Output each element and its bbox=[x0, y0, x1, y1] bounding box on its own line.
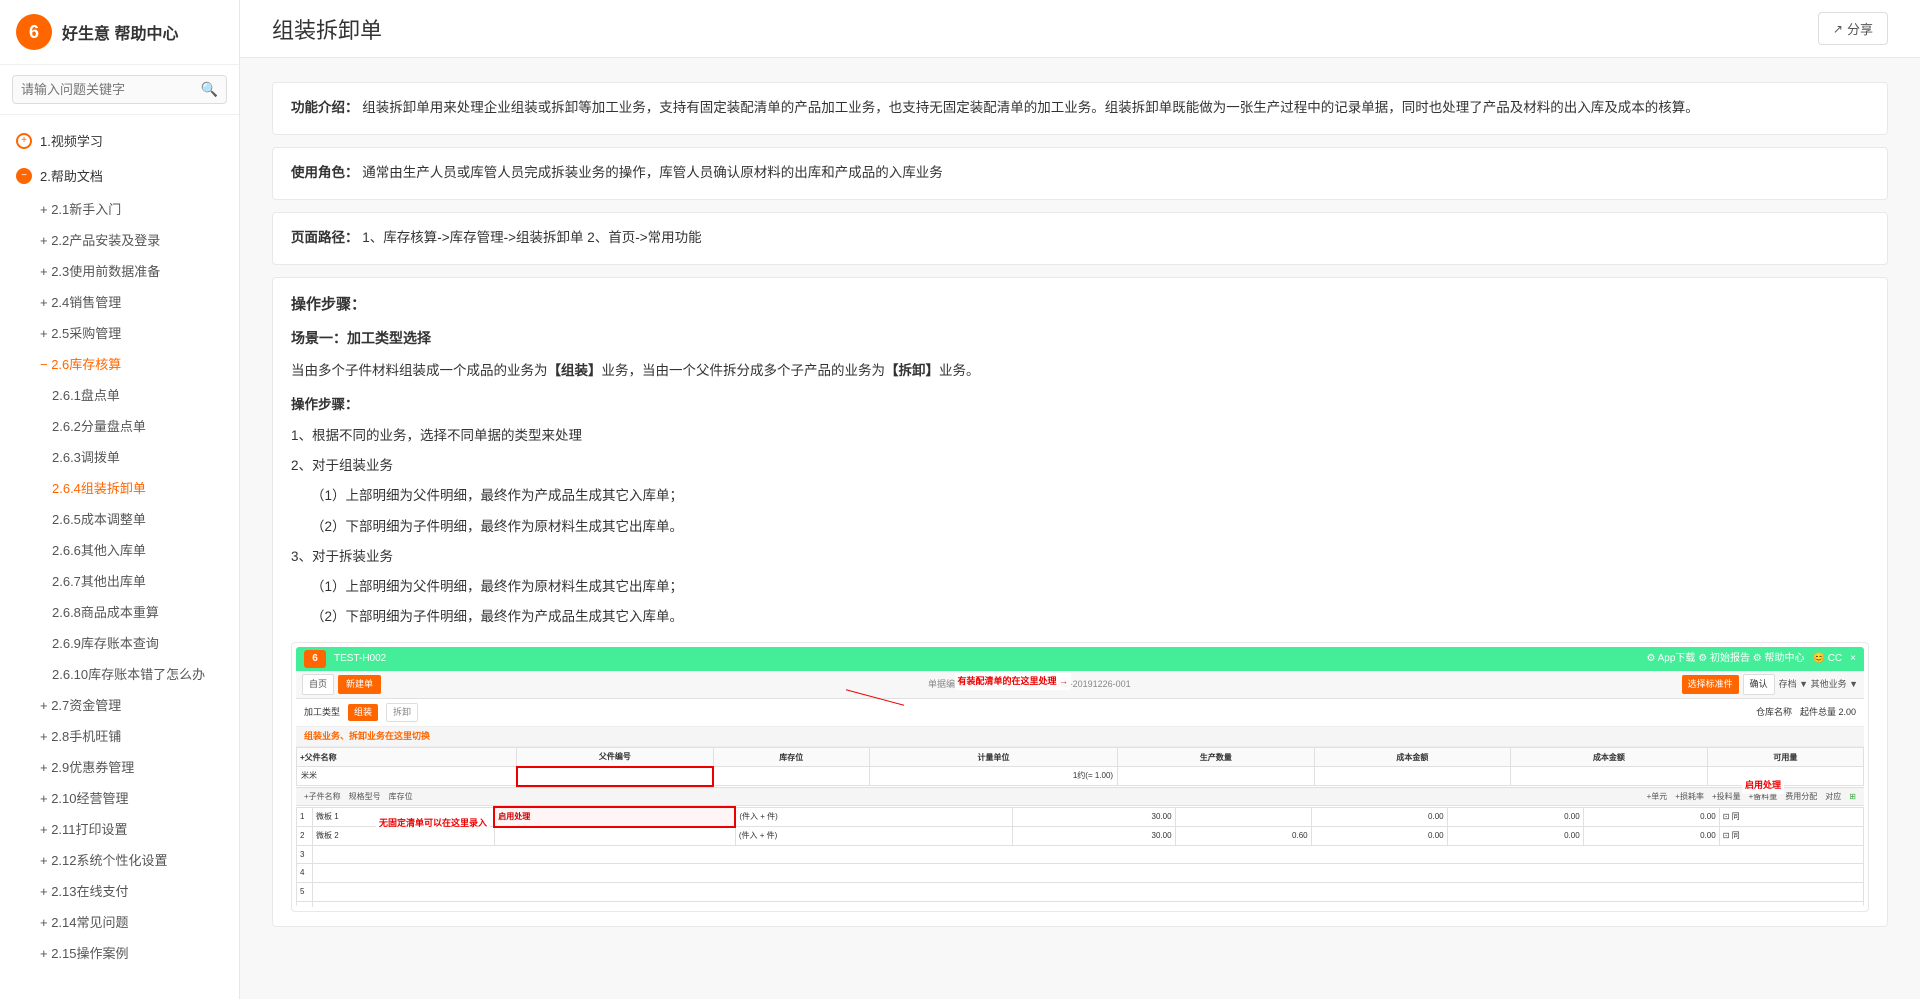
sidebar-item-2-9[interactable]: + 2.9优惠券管理 bbox=[0, 751, 239, 782]
steps-title: 操作步骤： bbox=[291, 292, 1869, 318]
sidebar-item-2-6-3[interactable]: 2.6.3调拨单 bbox=[0, 441, 239, 472]
sidebar: 6 好生意 帮助中心 🔍 + 1.视频学习 − 2.帮助文档 + 2.1新手入门… bbox=[0, 0, 240, 999]
step-3-1: （1）上部明细为父件明细，最终作为原材料生成其它出库单； bbox=[291, 575, 1869, 599]
path-label: 页面路径： bbox=[291, 230, 359, 245]
sidebar-item-2-5[interactable]: + 2.5采购管理 bbox=[0, 317, 239, 348]
role-text: 通常由生产人员或库管人员完成拆装业务的操作，库管人员确认原材料的出库和产成品的入… bbox=[362, 165, 943, 180]
sidebar-item-2-3[interactable]: + 2.3使用前数据准备 bbox=[0, 255, 239, 286]
main-area: 组装拆卸单 ↗ 分享 功能介绍： 组装拆卸单用来处理企业组装或拆卸等加工业务，支… bbox=[240, 0, 1920, 999]
sidebar-item-2-15[interactable]: + 2.15操作案例 bbox=[0, 937, 239, 968]
nav-list: + 1.视频学习 − 2.帮助文档 + 2.1新手入门 + 2.2产品安装及登录… bbox=[0, 115, 239, 999]
scenario1-desc: 当由多个子件材料组装成一个成品的业务为【组装】业务，当由一个父件拆分成多个子产品… bbox=[291, 359, 1869, 383]
sidebar-item-2-6-1[interactable]: 2.6.1盘点单 bbox=[0, 379, 239, 410]
sidebar-item-2-10[interactable]: + 2.10经营管理 bbox=[0, 782, 239, 813]
step-2-1: （1）上部明细为父件明细，最终作为产成品生成其它入库单； bbox=[291, 484, 1869, 508]
search-area: 🔍 bbox=[0, 65, 239, 115]
screenshot-image: 6 TEST-H002 ⚙ App下载 ⚙ 初始报告 ⚙ 帮助中心 😊 CC ×… bbox=[296, 647, 1864, 907]
steps-subtitle: 操作步骤： bbox=[291, 393, 1869, 417]
sidebar-item-2-6-2[interactable]: 2.6.2分量盘点单 bbox=[0, 410, 239, 441]
annotation-label-1: 有装配清单的在这里处理 → bbox=[955, 673, 1072, 690]
nav-item-docs-header[interactable]: − 2.帮助文档 bbox=[0, 158, 239, 193]
role-block: 使用角色： 通常由生产人员或库管人员完成拆装业务的操作，库管人员确认原材料的出库… bbox=[272, 147, 1888, 200]
step-2-2: （2）下部明细为子件明细，最终作为原材料生成其它出库单。 bbox=[291, 515, 1869, 539]
logo-text: 好生意 帮助中心 bbox=[62, 20, 178, 44]
sidebar-item-2-8[interactable]: + 2.8手机旺铺 bbox=[0, 720, 239, 751]
screenshot-container: 6 TEST-H002 ⚙ App下载 ⚙ 初始报告 ⚙ 帮助中心 😊 CC ×… bbox=[291, 642, 1869, 912]
sidebar-item-2-6[interactable]: − 2.6库存核算 bbox=[0, 348, 239, 379]
sidebar-item-2-6-5[interactable]: 2.6.5成本调整单 bbox=[0, 503, 239, 534]
step-2: 2、对于组装业务 bbox=[291, 454, 1869, 478]
logo-icon: 6 bbox=[16, 14, 52, 50]
sub-nav-docs: + 2.1新手入门 + 2.2产品安装及登录 + 2.3使用前数据准备 + 2.… bbox=[0, 193, 239, 968]
sidebar-item-2-13[interactable]: + 2.13在线支付 bbox=[0, 875, 239, 906]
sidebar-item-2-6-4[interactable]: 2.6.4组装拆卸单 bbox=[0, 472, 239, 503]
search-icon[interactable]: 🔍 bbox=[201, 81, 218, 98]
nav-item-video[interactable]: + 1.视频学习 bbox=[0, 123, 239, 158]
role-label: 使用角色： bbox=[291, 165, 359, 180]
search-input[interactable] bbox=[21, 82, 201, 97]
sidebar-item-2-6-10[interactable]: 2.6.10库存账本错了怎么办 bbox=[0, 658, 239, 689]
sidebar-item-2-6-7[interactable]: 2.6.7其他出库单 bbox=[0, 565, 239, 596]
search-box: 🔍 bbox=[12, 75, 227, 104]
sidebar-item-2-1[interactable]: + 2.1新手入门 bbox=[0, 193, 239, 224]
sidebar-item-2-2[interactable]: + 2.2产品安装及登录 bbox=[0, 224, 239, 255]
intro-text: 组装拆卸单用来处理企业组装或拆卸等加工业务，支持有固定装配清单的产品加工业务，也… bbox=[362, 100, 1699, 115]
share-label: 分享 bbox=[1847, 19, 1873, 38]
sidebar-item-2-6-9[interactable]: 2.6.9库存账本查询 bbox=[0, 627, 239, 658]
main-content: 功能介绍： 组装拆卸单用来处理企业组装或拆卸等加工业务，支持有固定装配清单的产品… bbox=[240, 58, 1920, 999]
nav-item-video-header[interactable]: + 1.视频学习 bbox=[0, 123, 239, 158]
path-text: 1、库存核算->库存管理->组装拆卸单 2、首页->常用功能 bbox=[362, 230, 701, 245]
step-3-2: （2）下部明细为子件明细，最终作为产成品生成其它入库单。 bbox=[291, 605, 1869, 629]
logo-area: 6 好生意 帮助中心 bbox=[0, 0, 239, 65]
nav-item-docs-label: 2.帮助文档 bbox=[40, 166, 103, 185]
intro-block: 功能介绍： 组装拆卸单用来处理企业组装或拆卸等加工业务，支持有固定装配清单的产品… bbox=[272, 82, 1888, 135]
sidebar-item-2-6-8[interactable]: 2.6.8商品成本重算 bbox=[0, 596, 239, 627]
nav-item-video-label: 1.视频学习 bbox=[40, 131, 103, 150]
steps-block: 操作步骤： 场景一：加工类型选择 当由多个子件材料组装成一个成品的业务为【组装】… bbox=[272, 277, 1888, 927]
sidebar-item-2-14[interactable]: + 2.14常见问题 bbox=[0, 906, 239, 937]
annotation-label-4: 无固定清单可以在这里录入 bbox=[376, 815, 490, 832]
sidebar-item-2-7[interactable]: + 2.7资金管理 bbox=[0, 689, 239, 720]
sidebar-item-2-6-6[interactable]: 2.6.6其他入库单 bbox=[0, 534, 239, 565]
step-3: 3、对于拆装业务 bbox=[291, 545, 1869, 569]
intro-label: 功能介绍： bbox=[291, 100, 359, 115]
share-button[interactable]: ↗ 分享 bbox=[1818, 12, 1888, 45]
share-icon: ↗ bbox=[1833, 22, 1843, 36]
minus-icon: − bbox=[16, 168, 32, 184]
nav-item-docs[interactable]: − 2.帮助文档 + 2.1新手入门 + 2.2产品安装及登录 + 2.3使用前… bbox=[0, 158, 239, 968]
sidebar-item-2-11[interactable]: + 2.11打印设置 bbox=[0, 813, 239, 844]
sidebar-item-2-4[interactable]: + 2.4销售管理 bbox=[0, 286, 239, 317]
plus-icon: + bbox=[16, 133, 32, 149]
steps-list: 操作步骤： 1、根据不同的业务，选择不同单据的类型来处理 2、对于组装业务 （1… bbox=[291, 393, 1869, 629]
step-1: 1、根据不同的业务，选择不同单据的类型来处理 bbox=[291, 424, 1869, 448]
annotation-label-3: 启用处理 bbox=[1742, 777, 1784, 794]
scenario1-title: 场景一：加工类型选择 bbox=[291, 327, 1869, 351]
page-title: 组装拆卸单 bbox=[272, 13, 382, 45]
sidebar-item-2-12[interactable]: + 2.12系统个性化设置 bbox=[0, 844, 239, 875]
path-block: 页面路径： 1、库存核算->库存管理->组装拆卸单 2、首页->常用功能 bbox=[272, 212, 1888, 265]
main-header: 组装拆卸单 ↗ 分享 bbox=[240, 0, 1920, 58]
